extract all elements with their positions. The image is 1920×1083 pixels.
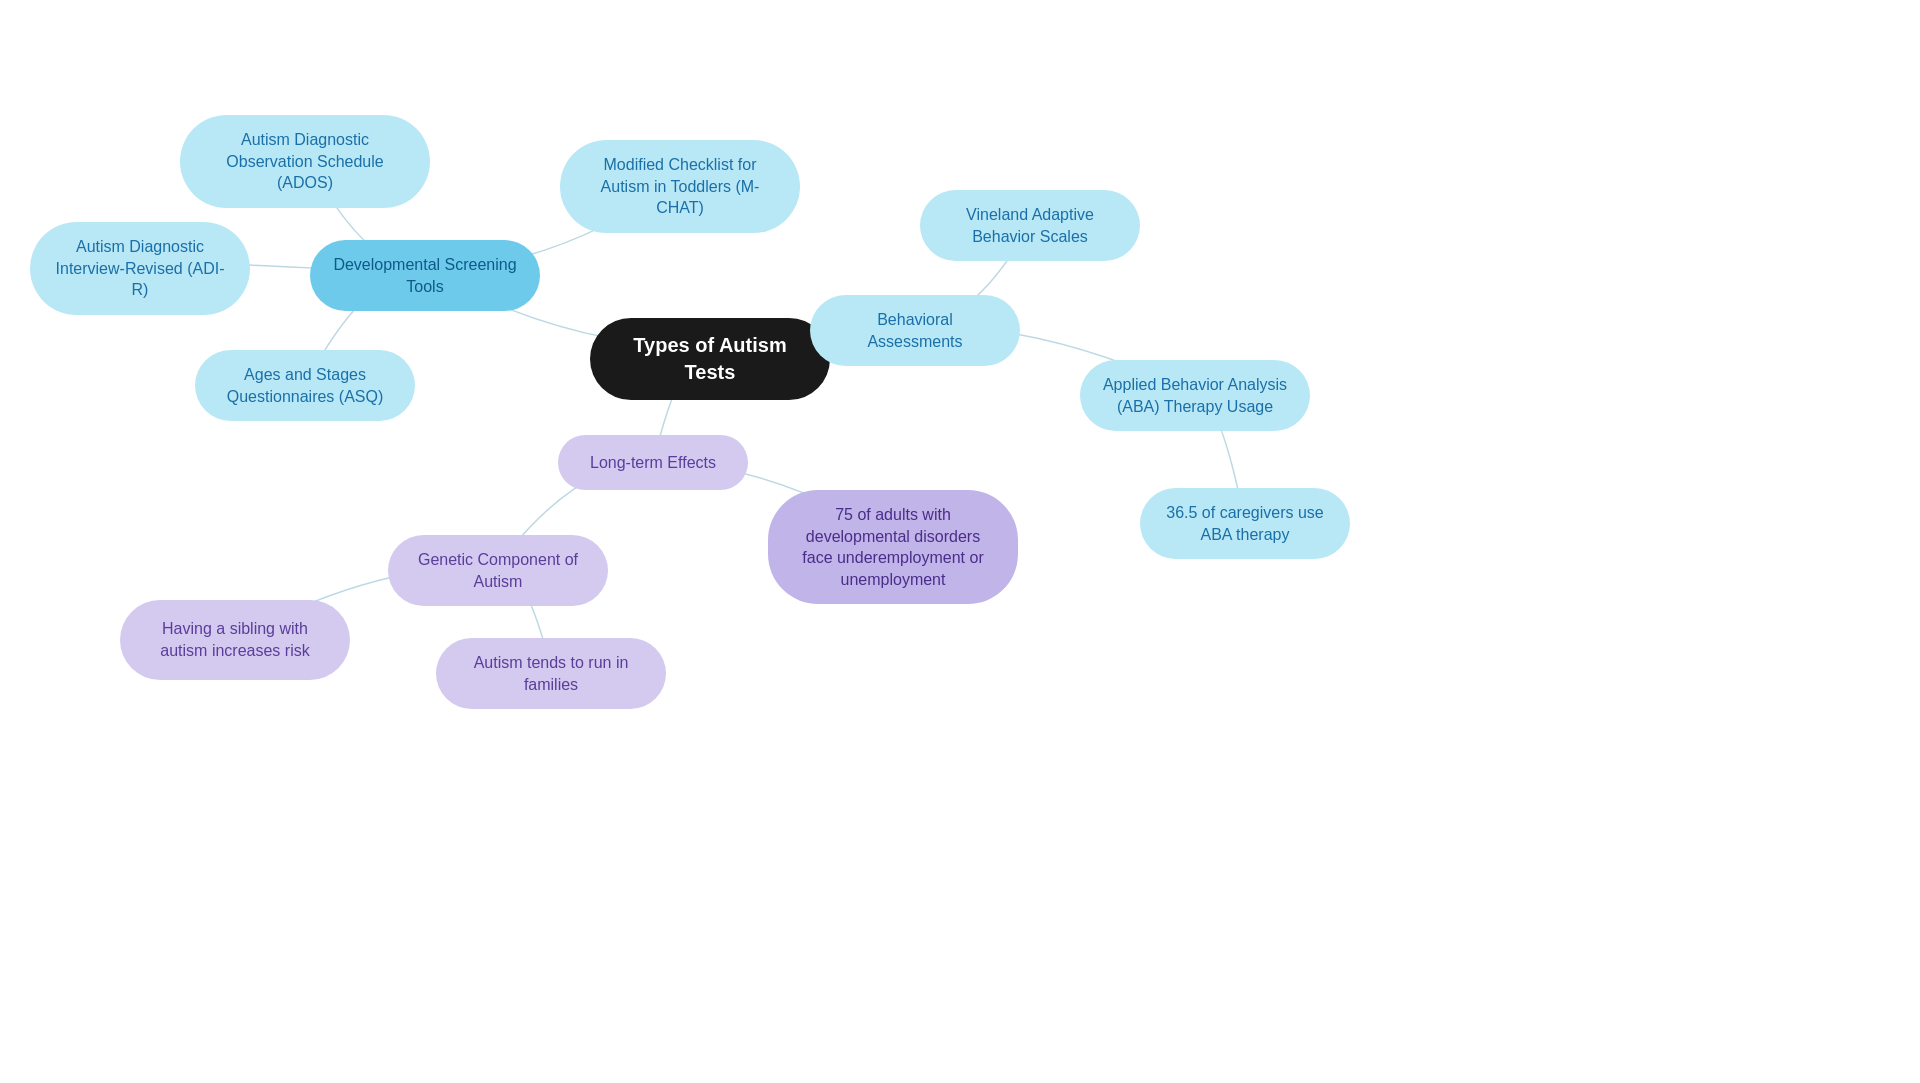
node-aba_percent: 36.5 of caregivers use ABA therapy (1140, 488, 1350, 559)
node-genetic: Genetic Component of Autism (388, 535, 608, 606)
node-behavioral: Behavioral Assessments (810, 295, 1020, 366)
node-sibling: Having a sibling with autism increases r… (120, 600, 350, 680)
node-asq: Ages and Stages Questionnaires (ASQ) (195, 350, 415, 421)
node-center: Types of Autism Tests (590, 318, 830, 400)
node-vineland: Vineland Adaptive Behavior Scales (920, 190, 1140, 261)
node-developmental_screening: Developmental Screening Tools (310, 240, 540, 311)
node-ados: Autism Diagnostic Observation Schedule (… (180, 115, 430, 208)
node-families: Autism tends to run in families (436, 638, 666, 709)
node-unemployment: 75 of adults with developmental disorder… (768, 490, 1018, 604)
node-aba_usage: Applied Behavior Analysis (ABA) Therapy … (1080, 360, 1310, 431)
node-mchat: Modified Checklist for Autism in Toddler… (560, 140, 800, 233)
node-long_term: Long-term Effects (558, 435, 748, 490)
node-adir: Autism Diagnostic Interview-Revised (ADI… (30, 222, 250, 315)
